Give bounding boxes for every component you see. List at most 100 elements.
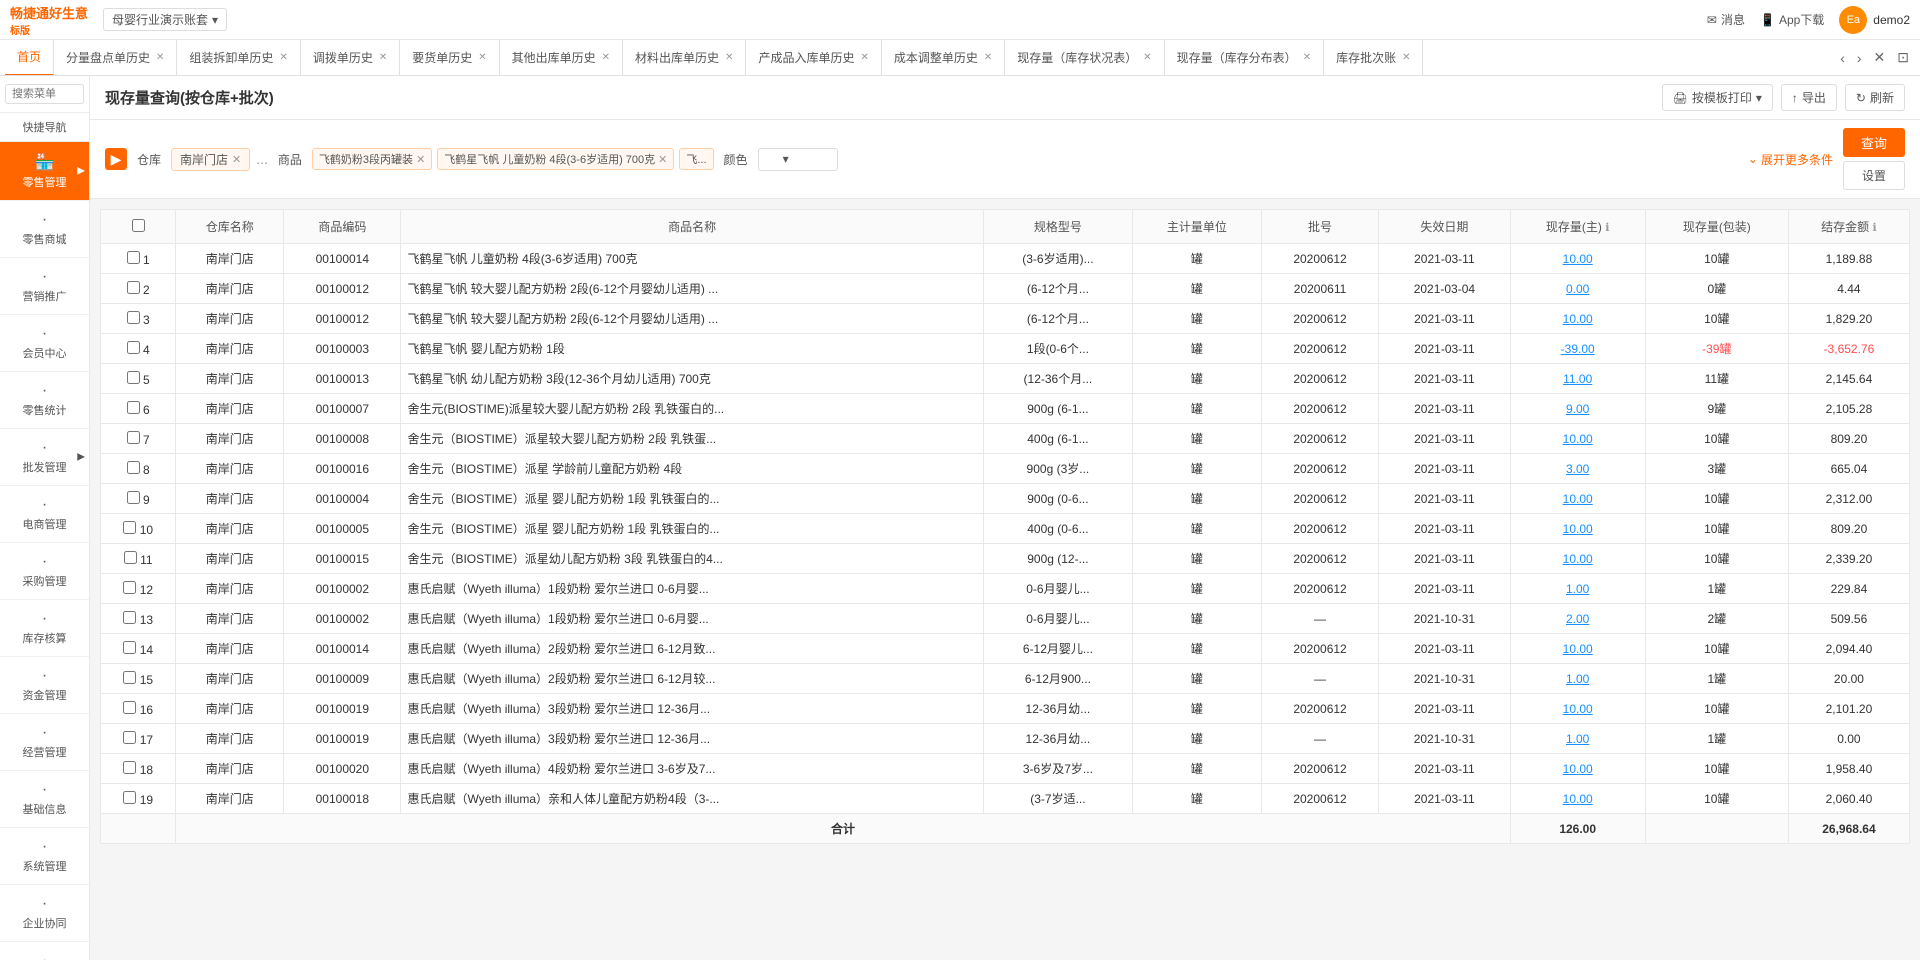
row-name: 舍生元（BIOSTIME）派星 学龄前儿童配方奶粉 4段 — [401, 454, 983, 484]
filter-toggle-btn[interactable]: ▶ — [105, 148, 127, 170]
tab-4[interactable]: 要货单历史✕ — [400, 40, 499, 76]
tab-1[interactable]: 分量盘点单历史✕ — [54, 40, 177, 76]
refresh-btn[interactable]: ↻ 刷新 — [1845, 84, 1905, 111]
tab-close-6-icon[interactable]: ✕ — [725, 52, 733, 63]
row-amount: 665.04 — [1788, 454, 1909, 484]
table-footer-row: 合计 126.00 26,968.64 — [101, 814, 1910, 844]
row-amount: 2,312.00 — [1788, 484, 1909, 514]
sidebar-item-1[interactable]: · 零售商城 — [0, 201, 89, 258]
row-batch: 20200612 — [1261, 334, 1378, 364]
export-btn[interactable]: ↑ 导出 — [1781, 84, 1837, 111]
sidebar-item-4[interactable]: · 零售统计 — [0, 372, 89, 429]
color-dropdown[interactable]: ▾ — [758, 148, 838, 171]
row-expire: 2021-10-31 — [1379, 664, 1510, 694]
setting-btn[interactable]: 设置 — [1843, 161, 1905, 190]
tab-prev-btn[interactable]: ‹ — [1834, 50, 1851, 66]
tab-7[interactable]: 产成品入库单历史✕ — [746, 40, 881, 76]
product-tag-remove-0[interactable]: ✕ — [416, 153, 425, 166]
row-batch: 20200612 — [1261, 514, 1378, 544]
row-qty-pkg: 10罐 — [1645, 754, 1788, 784]
tab-close-2-icon[interactable]: ✕ — [279, 52, 287, 63]
tab-5[interactable]: 其他出库单历史✕ — [500, 40, 623, 76]
row-name: 飞鹤星飞帆 儿童奶粉 4段(3-6岁适用) 700克 — [401, 244, 983, 274]
sidebar-item-3[interactable]: · 会员中心 — [0, 315, 89, 372]
col-header-5: 主计量单位 — [1132, 210, 1261, 244]
tab-10[interactable]: 现存量（库存分布表）✕ — [1165, 40, 1324, 76]
app-download-btn[interactable]: 📱 App下载 — [1760, 11, 1824, 28]
sidebar-item-7[interactable]: · 采购管理 — [0, 543, 89, 600]
sidebar-item-9[interactable]: · 资金管理 — [0, 657, 89, 714]
sidebar-item-5[interactable]: · 批发管理▶ — [0, 429, 89, 486]
row-code: 00100020 — [284, 754, 401, 784]
row-batch: — — [1261, 604, 1378, 634]
row-amount: 809.20 — [1788, 514, 1909, 544]
tab-6[interactable]: 材料出库单历史✕ — [623, 40, 746, 76]
row-check: 13 — [101, 604, 176, 634]
menu-icon: · — [42, 268, 47, 286]
table-row: 15南岸门店00100009惠氏启赋（Wyeth illuma）2段奶粉 爱尔兰… — [101, 664, 1910, 694]
row-unit: 罐 — [1132, 304, 1261, 334]
sidebar-item-6[interactable]: · 电商管理 — [0, 486, 89, 543]
sidebar-item-2[interactable]: · 营销推广 — [0, 258, 89, 315]
row-batch: 20200612 — [1261, 574, 1378, 604]
table-row: 3南岸门店00100012飞鹤星飞帆 较大婴儿配方奶粉 2段(6-12个月婴幼儿… — [101, 304, 1910, 334]
tab-close-11-icon[interactable]: ✕ — [1402, 52, 1410, 63]
tab-close-8-icon[interactable]: ✕ — [984, 52, 992, 63]
row-name: 惠氏启赋（Wyeth illuma）2段奶粉 爱尔兰进口 6-12月较... — [401, 664, 983, 694]
sidebar-item-11[interactable]: · 基础信息 — [0, 771, 89, 828]
row-unit: 罐 — [1132, 334, 1261, 364]
tab-11[interactable]: 库存批次账✕ — [1324, 40, 1423, 76]
tab-3[interactable]: 调拨单历史✕ — [301, 40, 400, 76]
workspace-selector[interactable]: 母婴行业演示账套 ▾ — [103, 8, 227, 31]
arrow-icon: ▶ — [77, 452, 85, 463]
message-btn[interactable]: ✉ 消息 — [1707, 11, 1745, 28]
row-expire: 2021-03-11 — [1379, 484, 1510, 514]
sidebar-item-10[interactable]: · 经营管理 — [0, 714, 89, 771]
warehouse-tag-remove[interactable]: ✕ — [232, 153, 241, 166]
row-batch: 20200612 — [1261, 304, 1378, 334]
tab-close-9-icon[interactable]: ✕ — [1143, 52, 1151, 63]
row-qty-pkg: 0罐 — [1645, 274, 1788, 304]
print-btn[interactable]: 🖨 按模板打印 ▾ — [1662, 84, 1773, 111]
row-warehouse: 南岸门店 — [176, 784, 284, 814]
tab-2[interactable]: 组装拆卸单历史✕ — [177, 40, 300, 76]
sidebar-item-14[interactable]: · 新手引导 — [0, 942, 89, 960]
search-input[interactable] — [5, 84, 84, 104]
tab-close-7-icon[interactable]: ✕ — [860, 52, 868, 63]
tab-8[interactable]: 成本调整单历史✕ — [882, 40, 1005, 76]
expand-more-btn[interactable]: ⌄ 展开更多条件 — [1748, 151, 1833, 168]
info-icon[interactable]: ℹ — [1873, 222, 1877, 234]
table-row: 9南岸门店00100004舍生元（BIOSTIME）派星 婴儿配方奶粉 1段 乳… — [101, 484, 1910, 514]
menu-icon: · — [42, 724, 47, 742]
sidebar-item-13[interactable]: · 企业协同 — [0, 885, 89, 942]
sidebar-item-0[interactable]: 🏪 零售管理▶ — [0, 142, 89, 201]
tab-close-3-icon[interactable]: ✕ — [379, 52, 387, 63]
sidebar-item-12[interactable]: · 系统管理 — [0, 828, 89, 885]
tab-close-1-icon[interactable]: ✕ — [156, 52, 164, 63]
tab-close-5-icon[interactable]: ✕ — [602, 52, 610, 63]
tab-close-btn[interactable]: ✕ — [1868, 49, 1892, 66]
tab-9[interactable]: 现存量（库存状况表）✕ — [1005, 40, 1164, 76]
table-row: 4南岸门店00100003飞鹤星飞帆 婴儿配方奶粉 1段1段(0-6个...罐2… — [101, 334, 1910, 364]
tab-close-4-icon[interactable]: ✕ — [478, 52, 486, 63]
col-header-1: 仓库名称 — [176, 210, 284, 244]
table-area: 仓库名称商品编码商品名称规格型号主计量单位批号失效日期现存量(主) ℹ现存量(包… — [90, 199, 1920, 960]
query-btn[interactable]: 查询 — [1843, 128, 1905, 157]
tab-0[interactable]: 首页 — [5, 40, 54, 76]
tab-next-btn[interactable]: › — [1851, 50, 1868, 66]
sidebar-quick-nav[interactable]: 快捷导航 — [0, 113, 89, 142]
tab-close-10-icon[interactable]: ✕ — [1303, 52, 1311, 63]
sidebar-item-8[interactable]: · 库存核算 — [0, 600, 89, 657]
user-area[interactable]: Ea demo2 — [1839, 6, 1910, 34]
row-check: 2 — [101, 274, 176, 304]
tab-menu-btn[interactable]: ⊡ — [1891, 49, 1915, 66]
row-spec: 6-12月婴儿... — [983, 634, 1132, 664]
warehouse-more[interactable]: ... — [256, 151, 268, 167]
col-header-6: 批号 — [1261, 210, 1378, 244]
info-icon[interactable]: ℹ — [1605, 222, 1609, 234]
product-tag-remove-1[interactable]: ✕ — [658, 153, 667, 166]
row-batch: — — [1261, 664, 1378, 694]
select-all-checkbox[interactable] — [132, 219, 145, 232]
row-warehouse: 南岸门店 — [176, 514, 284, 544]
row-spec: (12-36个月... — [983, 364, 1132, 394]
